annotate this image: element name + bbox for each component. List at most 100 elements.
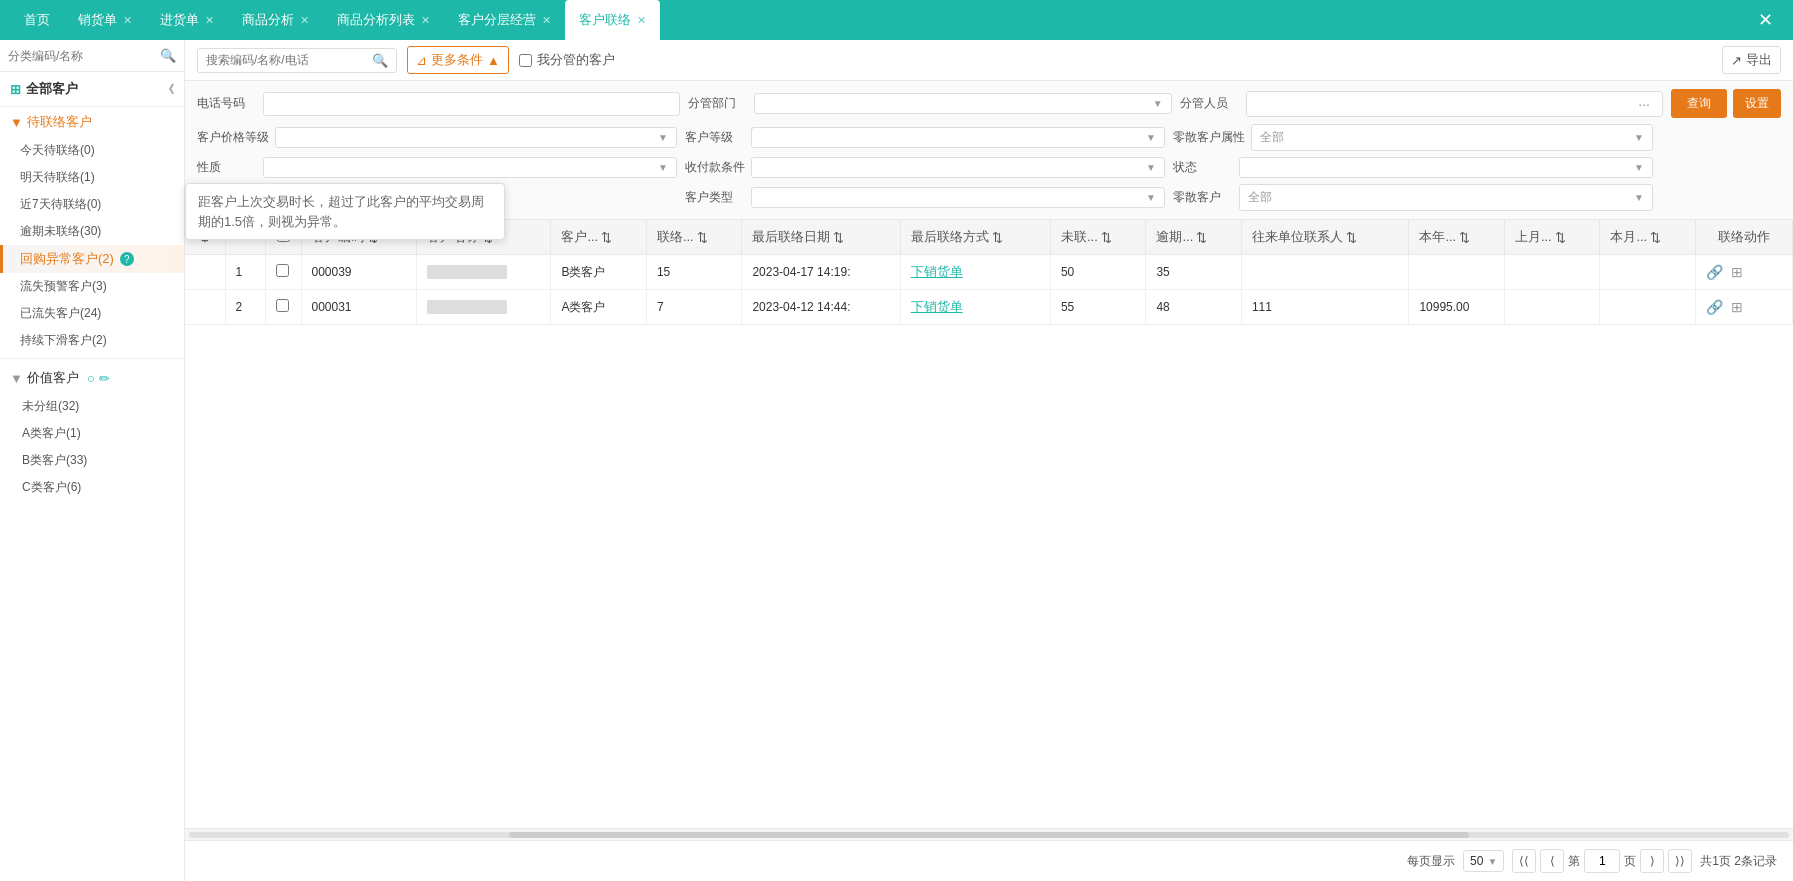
close-customer-segment-icon[interactable]: ✕ [542,14,551,27]
sidebar-item-continuing-down[interactable]: 持续下滑客户(2) [0,327,184,354]
main-search-icon[interactable]: 🔍 [372,53,388,68]
last-page-button[interactable]: ⟩⟩ [1668,849,1692,873]
sidebar-item-c-class[interactable]: C类客户(6) [0,474,184,501]
query-button[interactable]: 查询 [1671,89,1727,118]
close-analysis-list-icon[interactable]: ✕ [421,14,430,27]
payment-select[interactable]: ▼ [751,157,1165,178]
nav-analysis-list[interactable]: 商品分析列表 ✕ [323,0,444,40]
row1-grid-icon[interactable]: ⊞ [1731,264,1743,280]
sidebar-divider [0,358,184,359]
th-contacts-person[interactable]: 往来单位联系人 ⇅ [1241,220,1408,255]
sidebar-item-already-lost[interactable]: 已流失客户(24) [0,300,184,327]
row2-way-cell[interactable]: 下销货单 [900,290,1050,325]
sidebar-pending-group[interactable]: ▼ 待联络客户 [0,107,184,137]
row1-way-cell[interactable]: 下销货单 [900,255,1050,290]
person-select[interactable]: ··· [1246,91,1663,117]
sidebar-item-ungroup[interactable]: 未分组(32) [0,393,184,420]
status-select[interactable]: ▼ [1239,157,1653,178]
first-page-button[interactable]: ⟨⟨ [1512,849,1536,873]
row1-this-year-cell [1409,255,1505,290]
nature-select[interactable]: ▼ [263,157,677,178]
chevron-up-icon: ▲ [487,53,500,68]
sidebar-item-loss-warning[interactable]: 流失预警客户(3) [0,273,184,300]
customer-level-chevron-icon: ▼ [1146,132,1156,143]
row2-overdue-cell: 48 [1146,290,1242,325]
th-last-contact-date[interactable]: 最后联络日期 ⇅ [742,220,900,255]
th-this-year[interactable]: 本年... ⇅ [1409,220,1505,255]
sidebar-search-input[interactable] [8,49,160,63]
th-overdue[interactable]: 逾期... ⇅ [1146,220,1242,255]
th-this-month[interactable]: 本月... ⇅ [1600,220,1696,255]
row1-this-month-cell [1600,255,1696,290]
next-page-button[interactable]: ⟩ [1640,849,1664,873]
scatter-customer-select[interactable]: 全部 ▼ [1239,184,1653,211]
sidebar-item-overdue[interactable]: 逾期未联络(30) [0,218,184,245]
sidebar-value-group[interactable]: ▼ 价值客户 ○ ✏ [0,363,184,393]
scrollbar-thumb[interactable] [509,832,1469,838]
nav-customer-segment[interactable]: 客户分层经营 ✕ [444,0,565,40]
row2-contact-cell: 7 [646,290,742,325]
row2-customer-name [427,300,507,314]
dept-select[interactable]: ▼ [754,93,1171,114]
close-purchase-icon[interactable]: ✕ [205,14,214,27]
th-type[interactable]: 客户... ⇅ [551,220,647,255]
row2-grid-icon[interactable]: ⊞ [1731,299,1743,315]
customer-level-select[interactable]: ▼ [751,127,1165,148]
main-layout: 🔍 ⊞ 全部客户 《 ▼ 待联络客户 今天待联络(0) 明天待联络(1) 近7天… [0,40,1793,881]
customer-type-select[interactable]: ▼ [751,187,1165,208]
sidebar-item-b-class[interactable]: B类客户(33) [0,447,184,474]
sidebar-item-a-class[interactable]: A类客户(1) [0,420,184,447]
sort-last-month-icon: ⇅ [1555,230,1566,245]
row1-name-cell [417,255,551,290]
top-navigation: 首页 销货单 ✕ 进货单 ✕ 商品分析 ✕ 商品分析列表 ✕ 客户分层经营 ✕ … [0,0,1793,40]
row1-checkbox-cell[interactable] [265,255,301,290]
nav-sales[interactable]: 销货单 ✕ [64,0,146,40]
page-number-input[interactable] [1584,849,1620,873]
nav-analysis[interactable]: 商品分析 ✕ [228,0,323,40]
nav-customer-contact[interactable]: 客户联络 ✕ [565,0,660,40]
th-contact[interactable]: 联络... ⇅ [646,220,742,255]
row2-date-cell: 2023-04-12 14:44: [742,290,900,325]
sidebar-item-7days[interactable]: 近7天待联络(0) [0,191,184,218]
export-button[interactable]: ↗ 导出 [1722,46,1781,74]
sidebar-all-customers-header[interactable]: ⊞ 全部客户 《 [0,72,184,107]
collapse-sidebar-icon[interactable]: 《 [163,82,174,97]
prev-page-button[interactable]: ⟨ [1540,849,1564,873]
circular-icon[interactable]: ○ [87,371,95,386]
row2-checkbox-cell[interactable] [265,290,301,325]
close-sales-icon[interactable]: ✕ [123,14,132,27]
settings-button[interactable]: 设置 [1733,89,1781,118]
row2-link-icon[interactable]: 🔗 [1706,299,1723,315]
close-analysis-icon[interactable]: ✕ [300,14,309,27]
th-last-contact-way[interactable]: 最后联络方式 ⇅ [900,220,1050,255]
nav-purchase[interactable]: 进货单 ✕ [146,0,228,40]
row1-link-icon[interactable]: 🔗 [1706,264,1723,280]
edit-value-icon[interactable]: ✏ [99,371,110,386]
th-last-month[interactable]: 上月... ⇅ [1504,220,1600,255]
row2-checkbox[interactable] [276,299,289,312]
horizontal-scrollbar[interactable] [185,828,1793,840]
row1-overdue-cell: 35 [1146,255,1242,290]
close-all-tabs-button[interactable]: ✕ [1748,9,1783,31]
phone-input[interactable] [263,92,680,116]
sidebar-item-tomorrow[interactable]: 明天待联络(1) [0,164,184,191]
sidebar-item-repurchase[interactable]: 回购异常客户(2) ? [0,245,184,273]
my-customers-checkbox[interactable] [519,54,532,67]
row2-contact-way-link[interactable]: 下销货单 [911,299,963,314]
sidebar-item-today[interactable]: 今天待联络(0) [0,137,184,164]
main-search-input[interactable] [206,53,368,67]
price-level-select[interactable]: ▼ [275,127,677,148]
person-dots-icon[interactable]: ··· [1634,96,1654,112]
th-uncontacted[interactable]: 未联... ⇅ [1050,220,1146,255]
my-customers-checkbox-wrap[interactable]: 我分管的客户 [519,51,615,69]
sidebar-search-icon[interactable]: 🔍 [160,48,176,63]
scatter-attr-select[interactable]: 全部 ▼ [1251,124,1653,151]
row1-checkbox[interactable] [276,264,289,277]
close-customer-contact-icon[interactable]: ✕ [637,14,646,27]
row2-settings-cell [185,290,225,325]
row1-contact-way-link[interactable]: 下销货单 [911,264,963,279]
nav-home[interactable]: 首页 [10,0,64,40]
repurchase-info-icon[interactable]: ? [120,252,134,266]
more-conditions-button[interactable]: ⊿ 更多条件 ▲ [407,46,509,74]
per-page-select[interactable]: 50 ▼ [1463,850,1504,872]
